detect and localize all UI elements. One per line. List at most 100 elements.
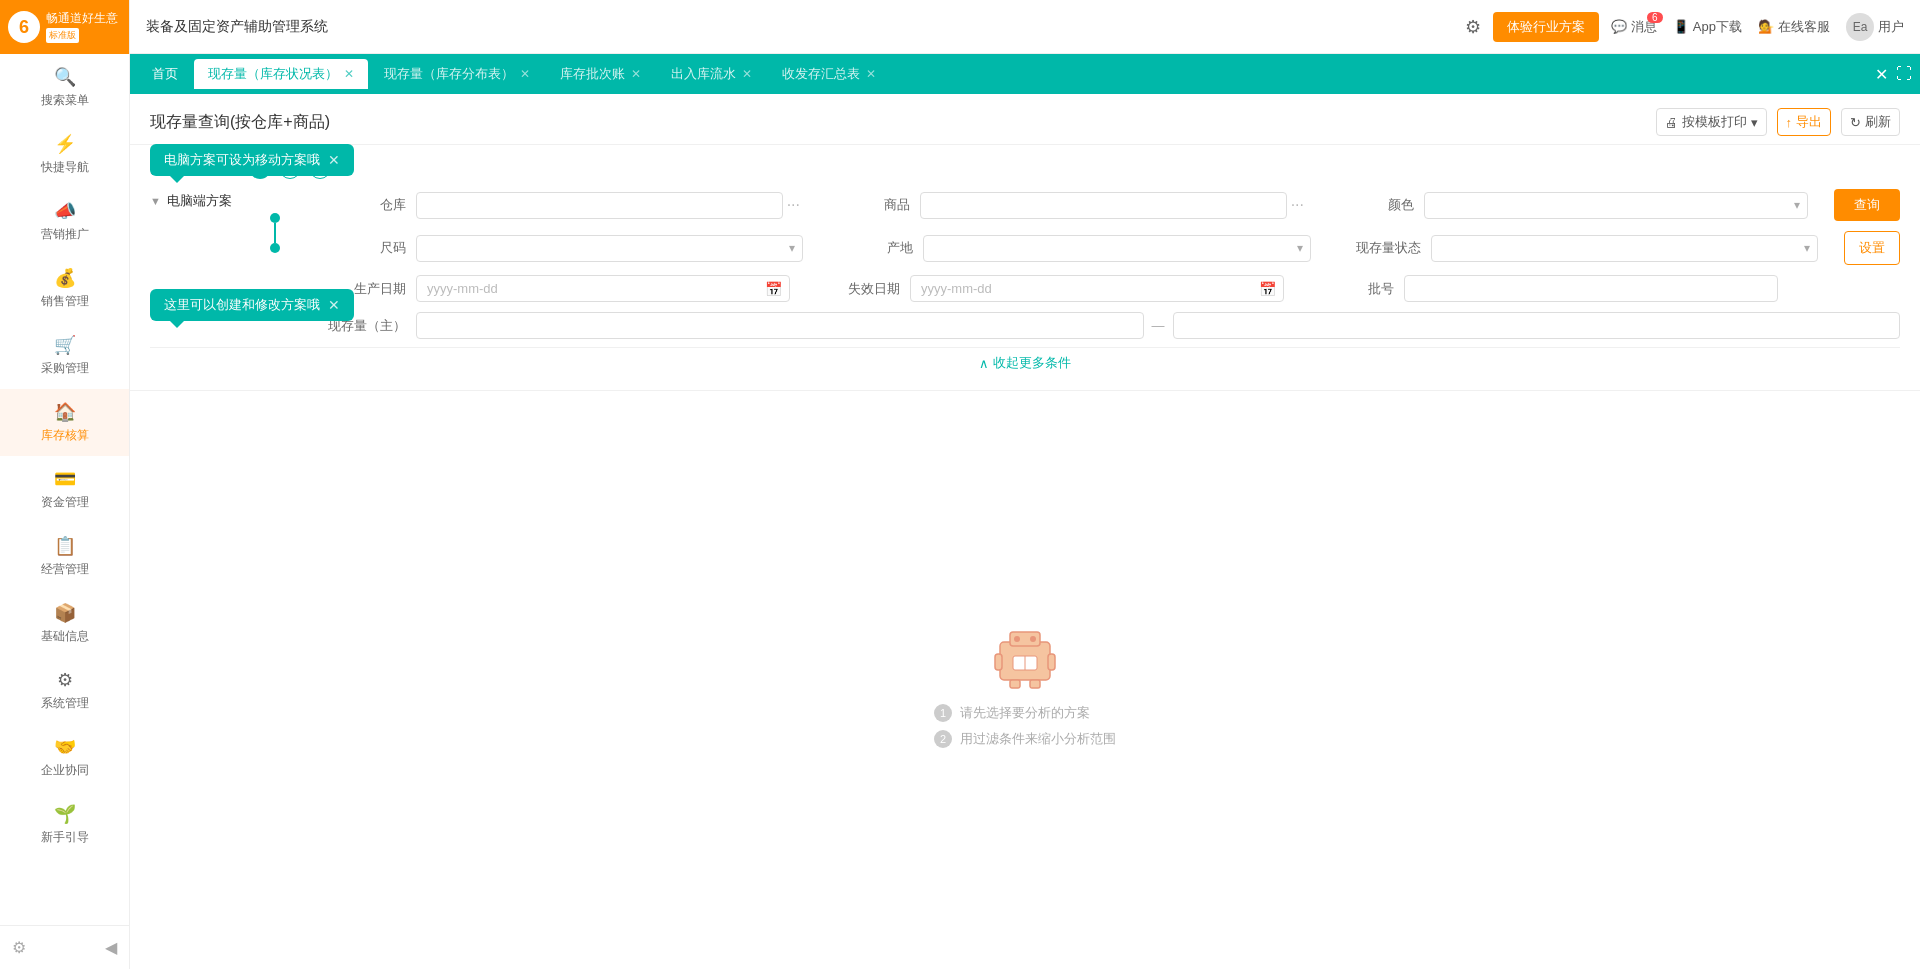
corp-icon: 🤝: [54, 736, 76, 758]
tab-close-collect-send[interactable]: ✕: [866, 67, 876, 81]
finance-icon: 💳: [54, 468, 76, 490]
tooltip-close-scheme[interactable]: ✕: [328, 297, 340, 313]
quick-icon: ⚡: [54, 133, 76, 155]
message-btn[interactable]: 💬 消息 6: [1611, 18, 1657, 36]
tab-batch-account[interactable]: 库存批次账 ✕: [546, 59, 655, 89]
batch-input[interactable]: [1404, 275, 1778, 302]
prod-date-input[interactable]: [416, 275, 790, 302]
tab-inout-flow[interactable]: 出入库流水 ✕: [657, 59, 766, 89]
sidebar-item-purchase[interactable]: 🛒 采购管理: [0, 322, 129, 389]
sidebar-item-marketing[interactable]: 📣 营销推广: [0, 188, 129, 255]
chevron-up-icon: ∧: [979, 356, 989, 371]
sidebar-label-operation: 经营管理: [41, 561, 89, 578]
collapse-label: 收起更多条件: [993, 354, 1071, 372]
tooltip-desktop: 电脑方案可设为移动方案哦 ✕: [150, 144, 354, 176]
stock-main-input-2[interactable]: [1173, 312, 1901, 339]
color-select[interactable]: [1424, 192, 1808, 219]
step-num-1: 1: [934, 704, 952, 722]
tab-label-inventory-dist: 现存量（库存分布表）: [384, 65, 514, 83]
size-label: 尺码: [326, 239, 406, 257]
content-area: 现存量查询(按仓库+商品) 🖨 按模板打印 ▾ ↑ 导出 ↻ 刷新: [130, 94, 1920, 969]
tab-fullscreen-icon[interactable]: ⛶: [1896, 65, 1912, 84]
sidebar-label-inventory: 库存核算: [41, 427, 89, 444]
logo-icon: 6: [8, 11, 40, 43]
exp-date-input[interactable]: [910, 275, 1284, 302]
sidebar-item-guide[interactable]: 🌱 新手引导: [0, 791, 129, 858]
stock-main-input[interactable]: [416, 312, 1144, 339]
sidebar-item-corp[interactable]: 🤝 企业协同: [0, 724, 129, 791]
search-btn[interactable]: 查询: [1834, 189, 1900, 221]
color-field: [1424, 192, 1808, 219]
tab-close-inout-flow[interactable]: ✕: [742, 67, 752, 81]
sidebar-item-basic[interactable]: 📦 基础信息: [0, 590, 129, 657]
phone-icon: 📱: [1673, 19, 1689, 34]
sidebar-nav: 🔍 搜索菜单 ⚡ 快捷导航 📣 营销推广 💰 销售管理 🛒 采购管理 🏠 库存核…: [0, 54, 129, 925]
filter-row-1: 仓库 ··· 商品 ··· 颜色: [326, 189, 1900, 221]
batch-field: [1404, 275, 1778, 302]
sidebar-item-operation[interactable]: 📋 经营管理: [0, 523, 129, 590]
settings-footer-icon[interactable]: ⚙: [12, 938, 26, 957]
user-label: 用户: [1878, 18, 1904, 36]
tab-close-batch-account[interactable]: ✕: [631, 67, 641, 81]
service-btn[interactable]: 💁 在线客服: [1758, 18, 1830, 36]
connector-line: [274, 223, 276, 243]
tooltip-close-desktop[interactable]: ✕: [328, 152, 340, 168]
empty-step-2: 2 用过滤条件来缩小分析范围: [934, 730, 1116, 748]
inventory-icon: 🏠: [54, 401, 76, 423]
tab-close-inventory-status[interactable]: ✕: [344, 67, 354, 81]
export-icon: ↑: [1786, 115, 1793, 130]
tab-close-inventory-dist[interactable]: ✕: [520, 67, 530, 81]
trial-btn[interactable]: 体验行业方案: [1493, 12, 1599, 42]
warehouse-input[interactable]: [416, 192, 783, 219]
print-dropdown-icon: ▾: [1751, 115, 1758, 130]
svg-rect-7: [1048, 654, 1055, 670]
collapse-bar: ∧ 收起更多条件: [150, 347, 1900, 378]
size-select[interactable]: [416, 235, 803, 262]
export-btn[interactable]: ↑ 导出: [1777, 108, 1832, 136]
sidebar-item-inventory[interactable]: 🏠 库存核算: [0, 389, 129, 456]
tab-home[interactable]: 首页: [138, 59, 192, 89]
tab-close-all-icon[interactable]: ✕: [1875, 65, 1888, 84]
sidebar-label-sales: 销售管理: [41, 293, 89, 310]
connector-dot-2: [270, 243, 280, 253]
tab-inventory-dist[interactable]: 现存量（库存分布表） ✕: [370, 59, 544, 89]
filter-tree: ▼ 电脑端方案: [150, 189, 310, 213]
settings-icon[interactable]: ⚙: [1465, 16, 1481, 38]
sidebar-item-quick[interactable]: ⚡ 快捷导航: [0, 121, 129, 188]
filter-row-2: 尺码 产地 现存量状态 设置: [326, 231, 1900, 265]
collapse-sidebar-icon[interactable]: ◀: [105, 938, 117, 957]
warehouse-field: ···: [416, 192, 800, 219]
logo-badge: 标准版: [46, 28, 79, 43]
stock-status-select[interactable]: [1431, 235, 1818, 262]
sidebar-label-system: 系统管理: [41, 695, 89, 712]
tab-collect-send[interactable]: 收发存汇总表 ✕: [768, 59, 890, 89]
user-btn[interactable]: Ea 用户: [1846, 13, 1904, 41]
sidebar-item-finance[interactable]: 💳 资金管理: [0, 456, 129, 523]
sidebar-item-search[interactable]: 🔍 搜索菜单: [0, 54, 129, 121]
scheme-desktop-label: 电脑端方案: [167, 192, 232, 210]
tab-inventory-status[interactable]: 现存量（库存状况表） ✕: [194, 59, 368, 89]
reset-btn[interactable]: 设置: [1844, 231, 1900, 265]
goods-field: ···: [920, 192, 1304, 219]
connector: [270, 213, 280, 253]
sidebar-item-sales[interactable]: 💰 销售管理: [0, 255, 129, 322]
tooltip-desktop-text: 电脑方案可设为移动方案哦: [164, 151, 320, 169]
goods-input[interactable]: [920, 192, 1287, 219]
refresh-btn[interactable]: ↻ 刷新: [1841, 108, 1900, 136]
app-download-btn[interactable]: 📱 App下载: [1673, 18, 1742, 36]
sales-icon: 💰: [54, 267, 76, 289]
warehouse-dots[interactable]: ···: [787, 196, 800, 214]
filter-fields: 仓库 ··· 商品 ··· 颜色: [326, 189, 1900, 339]
tab-label-collect-send: 收发存汇总表: [782, 65, 860, 83]
sidebar-item-system[interactable]: ⚙ 系统管理: [0, 657, 129, 724]
filter-row-4: 现存量（主） —: [326, 312, 1900, 339]
goods-dots[interactable]: ···: [1291, 196, 1304, 214]
collapse-btn[interactable]: ∧ 收起更多条件: [979, 354, 1071, 372]
sidebar-logo: 6 畅通道好生意 标准版: [0, 0, 129, 54]
scheme-desktop[interactable]: ▼ 电脑端方案: [150, 189, 310, 213]
print-btn[interactable]: 🖨 按模板打印 ▾: [1656, 108, 1767, 136]
origin-select[interactable]: [923, 235, 1310, 262]
tooltip-scheme-text: 这里可以创建和修改方案哦: [164, 296, 320, 314]
tab-label-inout-flow: 出入库流水: [671, 65, 736, 83]
filter-scheme-panel: ▼ 电脑端方案 电脑方案可设为移动方案哦 ✕ 这里可以创建和修改方案哦 ✕: [150, 189, 310, 339]
